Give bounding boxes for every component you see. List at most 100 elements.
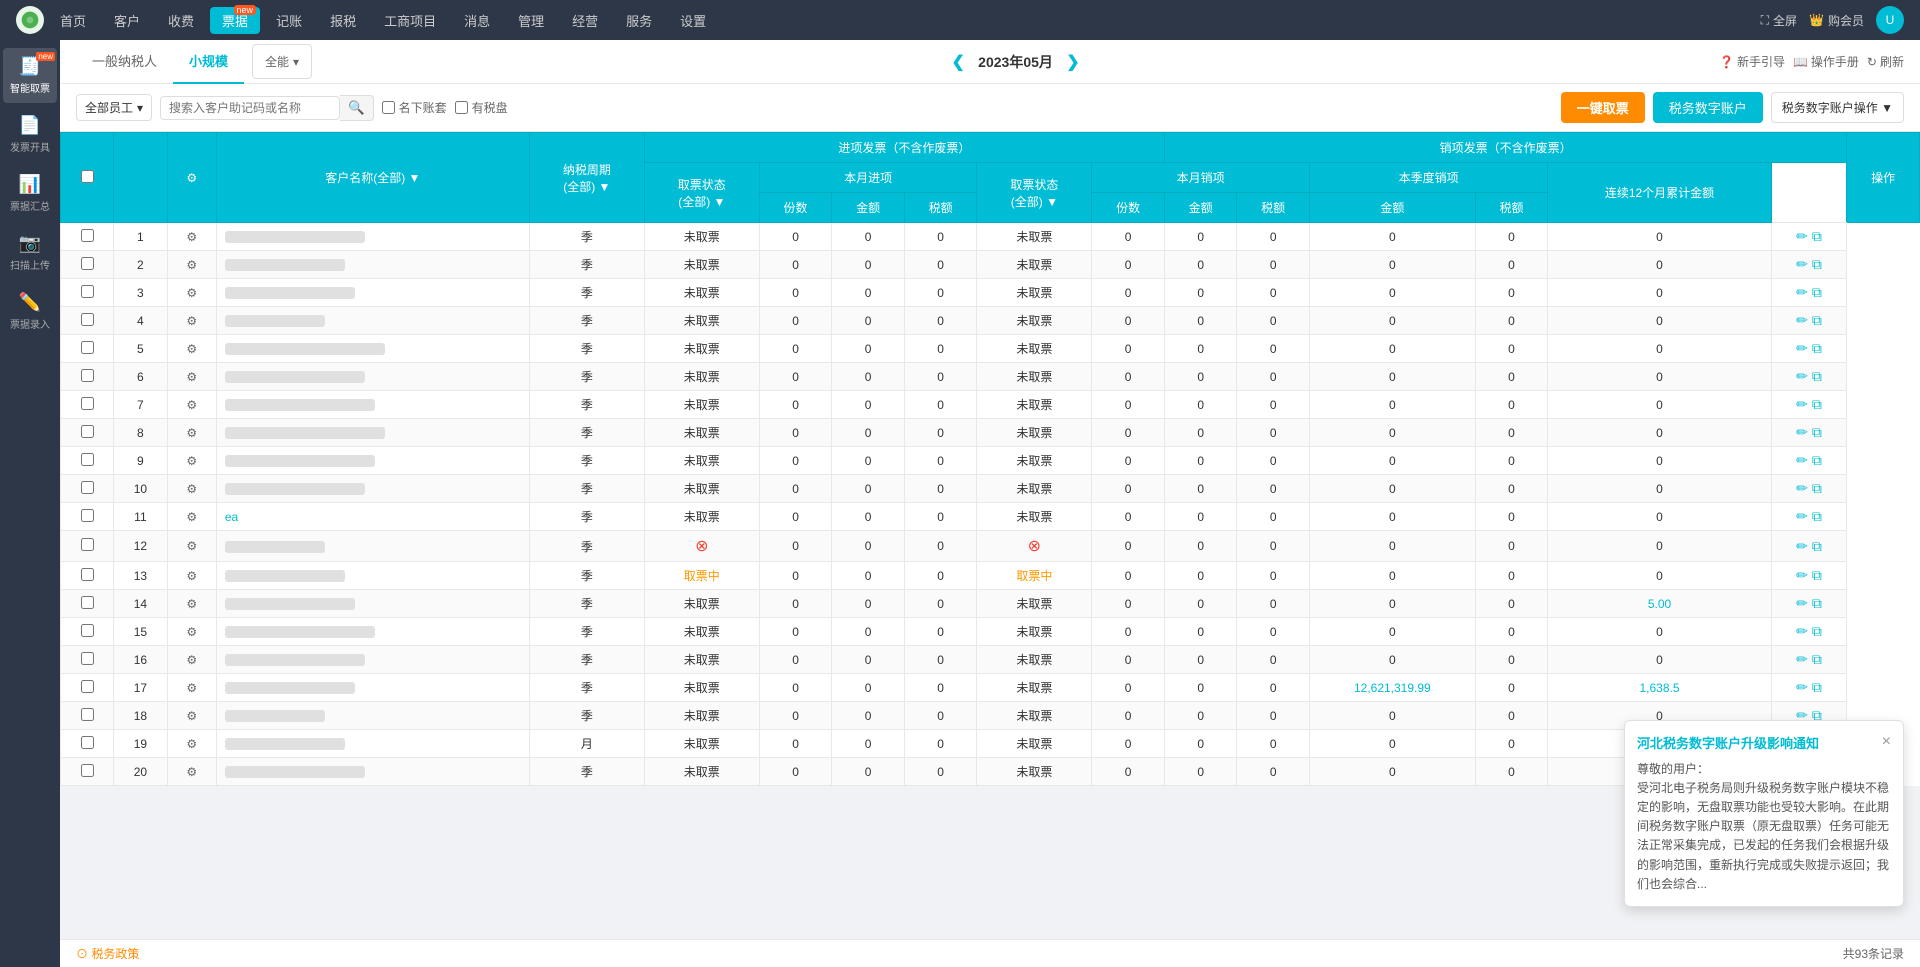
nav-operation[interactable]: 经营 bbox=[560, 7, 610, 34]
row-checkbox[interactable] bbox=[81, 453, 94, 466]
row-checkbox[interactable] bbox=[81, 481, 94, 494]
row-action-copy[interactable]: ⧉ bbox=[1812, 396, 1822, 413]
row-checkbox[interactable] bbox=[81, 313, 94, 326]
row-action-copy[interactable]: ⧉ bbox=[1812, 595, 1822, 612]
nav-settings[interactable]: 设置 bbox=[668, 7, 718, 34]
row-checkbox[interactable] bbox=[81, 764, 94, 777]
row-action-copy[interactable]: ⧉ bbox=[1812, 538, 1822, 555]
notification-close-button[interactable]: × bbox=[1882, 733, 1891, 751]
row-checkbox[interactable] bbox=[81, 369, 94, 382]
row-season-tax: 0 bbox=[1475, 562, 1548, 590]
refresh-link[interactable]: ↻ 刷新 bbox=[1867, 53, 1904, 70]
nav-tickets[interactable]: 票据 new bbox=[210, 7, 260, 34]
member-button[interactable]: 👑 购会员 bbox=[1809, 12, 1864, 29]
user-avatar[interactable]: U bbox=[1876, 6, 1904, 34]
tab-general[interactable]: 一般纳税人 bbox=[76, 40, 173, 84]
row-action-edit[interactable]: ✏ bbox=[1796, 368, 1808, 385]
my-account-checkbox-label[interactable]: 名下账套 bbox=[382, 99, 447, 116]
row-action-edit[interactable]: ✏ bbox=[1796, 538, 1808, 555]
search-input[interactable] bbox=[160, 96, 340, 120]
row-action-copy[interactable]: ⧉ bbox=[1812, 228, 1822, 245]
row-action-edit[interactable]: ✏ bbox=[1796, 424, 1808, 441]
sidebar-item-invoice-summary[interactable]: 📊 票据汇总 bbox=[3, 166, 57, 221]
row-action-edit[interactable]: ✏ bbox=[1796, 567, 1808, 584]
nav-business[interactable]: 工商项目 bbox=[372, 7, 448, 34]
tax-policy-link[interactable]: ⊙ 税务政策 bbox=[76, 945, 139, 962]
row-action-edit[interactable]: ✏ bbox=[1796, 679, 1808, 696]
row-checkbox[interactable] bbox=[81, 509, 94, 522]
row-action-copy[interactable]: ⧉ bbox=[1812, 679, 1822, 696]
row-checkbox[interactable] bbox=[81, 285, 94, 298]
row-season-amount: 12,621,319.99 bbox=[1309, 674, 1475, 702]
employee-select[interactable]: 全部员工 ▾ bbox=[76, 94, 152, 121]
row-action-edit[interactable]: ✏ bbox=[1796, 452, 1808, 469]
row-checkbox[interactable] bbox=[81, 568, 94, 581]
tax-digital-account-button[interactable]: 税务数字账户 bbox=[1653, 92, 1763, 123]
nav-service[interactable]: 服务 bbox=[614, 7, 664, 34]
row-checkbox[interactable] bbox=[81, 624, 94, 637]
nav-bookkeeping[interactable]: 记账 bbox=[264, 7, 314, 34]
nav-message[interactable]: 消息 bbox=[452, 7, 502, 34]
nav-home[interactable]: 首页 bbox=[48, 7, 98, 34]
row-action-edit[interactable]: ✏ bbox=[1796, 595, 1808, 612]
has-tax-checkbox-label[interactable]: 有税盘 bbox=[455, 99, 508, 116]
row-action-copy[interactable]: ⧉ bbox=[1812, 508, 1822, 525]
select-all-checkbox[interactable] bbox=[81, 170, 94, 183]
nav-customer[interactable]: 客户 bbox=[102, 7, 152, 34]
row-checkbox[interactable] bbox=[81, 229, 94, 242]
prev-month-button[interactable]: ❮ bbox=[946, 50, 970, 74]
row-action-edit[interactable]: ✏ bbox=[1796, 623, 1808, 640]
row-action-copy[interactable]: ⧉ bbox=[1812, 424, 1822, 441]
nav-manage[interactable]: 管理 bbox=[506, 7, 556, 34]
row-action-edit[interactable]: ✏ bbox=[1796, 508, 1808, 525]
row-action-edit[interactable]: ✏ bbox=[1796, 340, 1808, 357]
one-click-ticket-button[interactable]: 一键取票 bbox=[1561, 92, 1645, 123]
row-checkbox[interactable] bbox=[81, 736, 94, 749]
sidebar-item-smart-tax[interactable]: 🧾 智能取票 new bbox=[3, 48, 57, 103]
row-checkbox[interactable] bbox=[81, 652, 94, 665]
sidebar-item-scan-upload[interactable]: 📷 扫描上传 bbox=[3, 225, 57, 280]
sidebar-item-invoice-entry[interactable]: ✏️ 票据录入 bbox=[3, 284, 57, 339]
row-action-copy[interactable]: ⧉ bbox=[1812, 312, 1822, 329]
row-action-copy[interactable]: ⧉ bbox=[1812, 623, 1822, 640]
row-action-edit[interactable]: ✏ bbox=[1796, 480, 1808, 497]
my-account-checkbox[interactable] bbox=[382, 101, 395, 114]
row-checkbox[interactable] bbox=[81, 596, 94, 609]
row-action-copy[interactable]: ⧉ bbox=[1812, 256, 1822, 273]
row-checkbox[interactable] bbox=[81, 257, 94, 270]
row-action-copy[interactable]: ⧉ bbox=[1812, 368, 1822, 385]
row-action-copy[interactable]: ⧉ bbox=[1812, 340, 1822, 357]
sidebar-item-open-invoice[interactable]: 📄 发票开具 bbox=[3, 107, 57, 162]
next-month-button[interactable]: ❯ bbox=[1061, 50, 1085, 74]
new-guide-link[interactable]: ❓ 新手引导 bbox=[1719, 53, 1785, 70]
row-action-copy[interactable]: ⧉ bbox=[1812, 567, 1822, 584]
row-action-copy[interactable]: ⧉ bbox=[1812, 452, 1822, 469]
manual-link[interactable]: 📖 操作手册 bbox=[1793, 53, 1859, 70]
row-checkbox[interactable] bbox=[81, 538, 94, 551]
row-checkbox[interactable] bbox=[81, 680, 94, 693]
row-action-copy[interactable]: ⧉ bbox=[1812, 284, 1822, 301]
row-checkbox[interactable] bbox=[81, 425, 94, 438]
row-action-copy[interactable]: ⧉ bbox=[1812, 651, 1822, 668]
has-tax-checkbox[interactable] bbox=[455, 101, 468, 114]
nav-invoice[interactable]: 收费 bbox=[156, 7, 206, 34]
row-action-edit[interactable]: ✏ bbox=[1796, 312, 1808, 329]
search-button[interactable]: 🔍 bbox=[340, 95, 374, 121]
nav-tax[interactable]: 报税 bbox=[318, 7, 368, 34]
row-acc12: 0 bbox=[1548, 279, 1771, 307]
row-action-edit[interactable]: ✏ bbox=[1796, 396, 1808, 413]
tab-all-dropdown[interactable]: 全能 ▾ bbox=[252, 44, 312, 79]
row-input-status: 未取票 bbox=[644, 590, 759, 618]
row-action-copy[interactable]: ⧉ bbox=[1812, 480, 1822, 497]
row-action-edit[interactable]: ✏ bbox=[1796, 284, 1808, 301]
row-action-edit[interactable]: ✏ bbox=[1796, 651, 1808, 668]
row-input-status: 未取票 bbox=[644, 503, 759, 531]
row-checkbox[interactable] bbox=[81, 708, 94, 721]
fullscreen-button[interactable]: ⛶ 全屏 bbox=[1761, 12, 1797, 29]
tax-digital-dropdown-button[interactable]: 税务数字账户操作 ▼ bbox=[1771, 92, 1904, 123]
row-checkbox[interactable] bbox=[81, 397, 94, 410]
row-action-edit[interactable]: ✏ bbox=[1796, 256, 1808, 273]
row-checkbox[interactable] bbox=[81, 341, 94, 354]
row-action-edit[interactable]: ✏ bbox=[1796, 228, 1808, 245]
tab-small-scale[interactable]: 小规模 bbox=[173, 40, 244, 84]
